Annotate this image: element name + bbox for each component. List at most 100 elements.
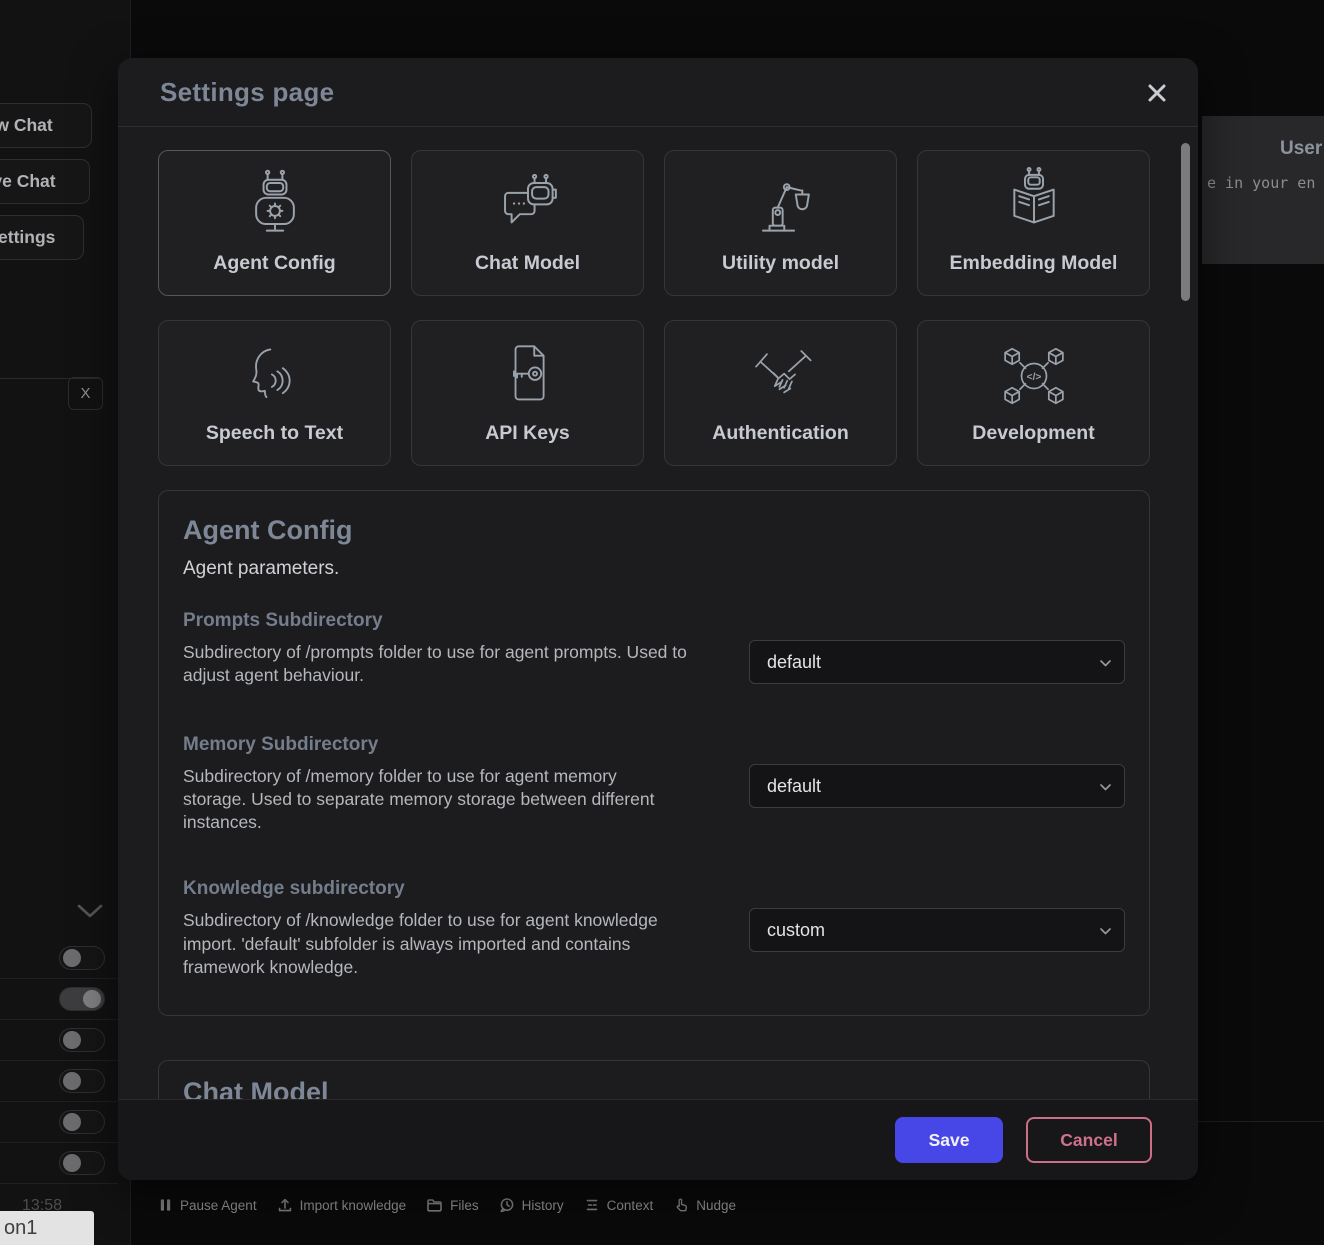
sidebar-toggle-3[interactable] [59, 1028, 105, 1052]
folder-icon [427, 1199, 442, 1212]
nav-card-label: API Keys [485, 422, 570, 444]
toggle-knob [63, 1154, 81, 1172]
new-chat-label: New Chat [0, 115, 53, 135]
toolbar-label: Import knowledge [299, 1197, 407, 1213]
svg-text:</>: </> [1026, 371, 1041, 382]
history-button[interactable]: History [499, 1197, 564, 1213]
nav-card-development[interactable]: </> Development [917, 320, 1150, 466]
chat-message-panel: User e in your en [1202, 116, 1324, 264]
settings-label: Settings [0, 227, 56, 247]
select-value: custom [767, 920, 826, 941]
toggle-knob [63, 1113, 81, 1131]
sidebar-toggle-2[interactable] [59, 987, 105, 1011]
bottom-toolbar: Pause Agent Import knowledge Files Histo… [158, 1197, 736, 1213]
toolbar-label: Files [450, 1197, 479, 1213]
select-value: default [767, 775, 822, 796]
chevron-down-icon [1100, 660, 1111, 667]
document-key-icon [489, 321, 567, 422]
modal-scrollbar-thumb[interactable] [1181, 143, 1190, 301]
import-knowledge-button[interactable]: Import knowledge [277, 1197, 407, 1213]
field-description: Subdirectory of /prompts folder to use f… [183, 642, 687, 686]
save-label: Save [928, 1129, 970, 1150]
sidebar-toggle-5[interactable] [59, 1110, 105, 1134]
sidebar: New Chat Save Chat ⚙ Settings X 13:58 [0, 0, 131, 1245]
pause-agent-button[interactable]: Pause Agent [158, 1197, 257, 1213]
nav-card-agent-config[interactable]: Agent Config [158, 150, 391, 296]
prompts-subdirectory-select[interactable]: default [749, 640, 1125, 684]
field-description: Subdirectory of /knowledge folder to use… [183, 910, 658, 977]
status-overlay: on1 [0, 1211, 94, 1245]
field-title: Knowledge subdirectory [183, 878, 405, 900]
chat-user-label: User [1280, 138, 1323, 159]
save-button[interactable]: Save [895, 1117, 1003, 1163]
toolbar-label: Context [606, 1197, 654, 1213]
nav-card-authentication[interactable]: Authentication [664, 320, 897, 466]
memory-subdirectory-select[interactable]: default [749, 763, 1125, 808]
section-subtitle: Agent parameters. [183, 558, 340, 579]
modal-footer: Save Cancel [118, 1099, 1198, 1180]
chat-robot-icon [487, 151, 569, 252]
toggle-row [0, 1102, 118, 1143]
toggle-row [0, 1061, 118, 1102]
field-title: Memory Subdirectory [183, 733, 379, 755]
nav-card-embedding-model[interactable]: Embedding Model [917, 150, 1150, 296]
section-title: Agent Config [183, 515, 353, 545]
code-network-icon: </> [995, 321, 1073, 422]
field-description: Subdirectory of /memory folder to use fo… [183, 765, 655, 833]
sidebar-toggle-6[interactable] [59, 1151, 105, 1175]
toggle-row [0, 1020, 118, 1061]
toggle-knob [63, 949, 81, 967]
sidebar-close-label: X [80, 385, 91, 402]
new-chat-button[interactable]: New Chat [0, 103, 92, 148]
toggle-knob [63, 1031, 81, 1049]
app: New Chat Save Chat ⚙ Settings X 13:58 Us… [0, 0, 1324, 1245]
chevron-down-icon [1100, 928, 1111, 935]
knowledge-subdirectory-select[interactable]: custom [749, 908, 1125, 953]
sidebar-toggle-list [0, 938, 118, 1184]
handshake-icon [742, 321, 820, 422]
sidebar-close-button[interactable]: X [68, 377, 103, 410]
toggle-row [0, 979, 118, 1020]
settings-button[interactable]: ⚙ Settings [0, 215, 84, 260]
pointing-hand-icon [676, 1198, 688, 1212]
nudge-button[interactable]: Nudge [673, 1197, 736, 1213]
speaking-face-icon [236, 321, 314, 422]
nav-card-chat-model[interactable]: Chat Model [411, 150, 644, 296]
nav-card-label: Embedding Model [949, 252, 1118, 274]
toggle-row [0, 938, 118, 979]
close-icon [1148, 84, 1166, 102]
settings-modal: Settings page Agent Config Chat Model Ut… [118, 58, 1198, 1180]
field-knowledge-subdirectory: Knowledge subdirectory Subdirectory of /… [183, 878, 1125, 979]
nav-card-utility-model[interactable]: Utility model [664, 150, 897, 296]
sidebar-toggle-1[interactable] [59, 946, 105, 970]
toggle-knob [83, 990, 101, 1008]
modal-header: Settings page [118, 58, 1198, 127]
robot-config-icon [234, 151, 316, 252]
toolbar-label: History [521, 1197, 564, 1213]
chat-input-edge [1198, 1121, 1324, 1122]
chat-message-snippet: e in your en [1207, 174, 1316, 192]
field-prompts-subdirectory: Prompts Subdirectory Subdirectory of /pr… [183, 610, 1125, 688]
nav-card-api-keys[interactable]: API Keys [411, 320, 644, 466]
save-chat-button[interactable]: Save Chat [0, 159, 90, 204]
pause-icon [160, 1199, 171, 1211]
upload-icon [278, 1198, 291, 1212]
history-clock-icon [500, 1198, 514, 1213]
nav-card-label: Utility model [721, 252, 839, 274]
robot-book-icon [993, 151, 1075, 252]
select-value: default [767, 652, 822, 672]
toggle-row [0, 1143, 118, 1184]
toolbar-label: Pause Agent [180, 1197, 257, 1213]
nav-card-label: Authentication [712, 422, 849, 444]
modal-title: Settings page [160, 77, 335, 107]
chevron-down-icon[interactable] [76, 903, 104, 924]
files-button[interactable]: Files [426, 1197, 479, 1213]
context-button[interactable]: Context [584, 1197, 654, 1213]
sidebar-toggle-4[interactable] [59, 1069, 105, 1093]
toggle-knob [63, 1072, 81, 1090]
nav-card-label: Chat Model [474, 252, 581, 274]
close-button[interactable] [1146, 82, 1168, 104]
cancel-button[interactable]: Cancel [1026, 1117, 1152, 1163]
nav-card-speech-to-text[interactable]: Speech to Text [158, 320, 391, 466]
chevron-down-icon [1100, 783, 1111, 790]
